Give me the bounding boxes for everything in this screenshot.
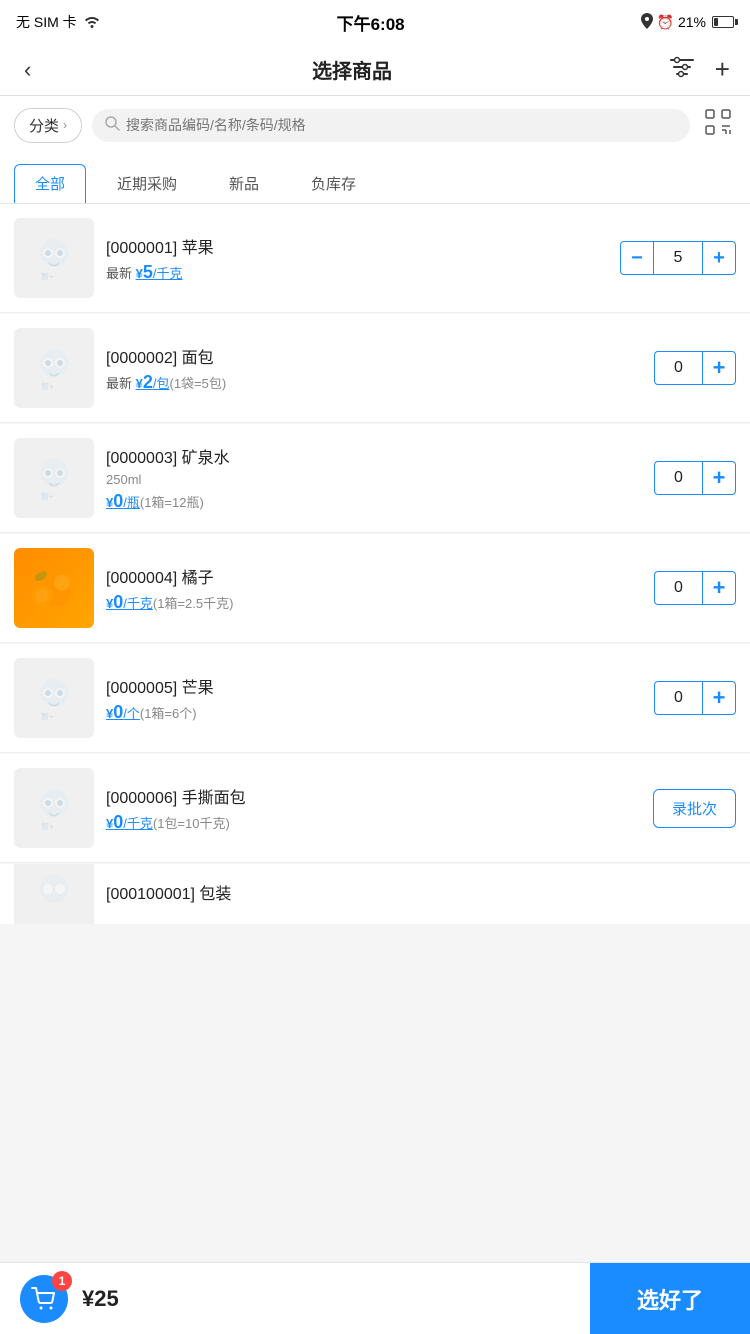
tab-recent[interactable]: 近期采购 [96,164,198,203]
product-price: 最新 ¥5/千克 [106,262,608,283]
quantity-input[interactable] [654,681,702,715]
confirm-button[interactable]: 选好了 [590,1263,750,1334]
quantity-increase-button[interactable]: + [702,241,736,275]
product-thumbnail: 智+ [14,438,94,518]
product-name: [0000006] 手撕面包 [106,784,641,808]
product-thumbnail [14,864,94,924]
svg-text:智+: 智+ [41,381,54,391]
svg-text:智+: 智+ [41,711,54,721]
product-info: [0000006] 手撕面包 ¥0/千克(1包=10千克) [106,784,641,833]
quantity-input[interactable] [654,351,702,385]
product-info: [0000004] 橘子 ¥0/千克(1箱=2.5千克) [106,564,642,613]
product-item: 智+ [0000002] 面包 最新 ¥2/包(1袋=5包) + [0,314,750,423]
page-title: 选择商品 [312,55,392,84]
batch-button[interactable]: 录批次 [653,789,736,828]
location-icon [641,13,653,32]
quantity-control: − + [620,241,736,275]
product-thumbnail: 智+ [14,768,94,848]
carrier-label: 无 SIM 卡 [16,12,77,32]
product-price: ¥0/千克(1箱=2.5千克) [106,592,642,613]
cart-section: 1 ¥25 [0,1275,590,1323]
quantity-control: + [654,351,736,385]
product-list: 智+ [0000001] 苹果 最新 ¥5/千克 − + 智+ [0,204,750,924]
nav-actions: + [665,50,734,89]
tab-negative[interactable]: 负库存 [290,164,377,203]
category-label: 分类 [29,115,59,136]
product-info: [000100001] 包装 [106,880,736,908]
back-button[interactable]: ‹ [16,53,39,87]
product-item: 智+ [0000006] 手撕面包 ¥0/千克(1包=10千克) 录批次 [0,754,750,863]
quantity-control: + [654,571,736,605]
product-item-partial: [000100001] 包装 [0,864,750,924]
product-thumbnail: 智+ [14,218,94,298]
product-item: 智+ [0000003] 矿泉水 250ml ¥0/瓶(1箱=12瓶) + [0,424,750,533]
product-info: [0000003] 矿泉水 250ml ¥0/瓶(1箱=12瓶) [106,444,642,512]
quantity-input[interactable] [654,461,702,495]
svg-text:智+: 智+ [41,821,54,831]
filter-bar: 分类 › [0,96,750,154]
product-info: [0000005] 芒果 ¥0/个(1箱=6个) [106,674,642,723]
add-button[interactable]: + [711,50,734,89]
quantity-increase-button[interactable]: + [702,571,736,605]
product-price: ¥0/千克(1包=10千克) [106,812,641,833]
cart-total: ¥25 [82,1286,119,1312]
filter-icon[interactable] [665,52,699,88]
quantity-increase-button[interactable]: + [702,461,736,495]
quantity-increase-button[interactable]: + [702,681,736,715]
product-thumbnail: 智+ [14,658,94,738]
quantity-decrease-button[interactable]: − [620,241,654,275]
quantity-increase-button[interactable]: + [702,351,736,385]
product-name: [0000004] 橘子 [106,564,642,588]
battery-icon [712,16,734,28]
wifi-icon [83,14,101,31]
product-item: [0000004] 橘子 ¥0/千克(1箱=2.5千克) + [0,534,750,643]
search-input[interactable] [126,117,678,133]
svg-text:智+: 智+ [41,491,54,501]
battery-label: 21% [678,14,706,30]
cart-badge: 1 [52,1271,72,1291]
search-icon [104,115,120,136]
product-price: ¥0/个(1箱=6个) [106,702,642,723]
product-name: [0000002] 面包 [106,344,642,368]
product-item: 智+ [0000005] 芒果 ¥0/个(1箱=6个) + [0,644,750,753]
product-name: [0000003] 矿泉水 [106,444,642,468]
quantity-input[interactable] [654,571,702,605]
tab-all[interactable]: 全部 [14,164,86,203]
product-info: [0000001] 苹果 最新 ¥5/千克 [106,234,608,283]
product-name: [0000001] 苹果 [106,234,608,258]
svg-text:智+: 智+ [41,271,54,281]
scan-icon[interactable] [700,106,736,144]
category-chevron-icon: › [63,118,67,132]
search-box[interactable] [92,109,690,142]
product-name: [0000005] 芒果 [106,674,642,698]
category-button[interactable]: 分类 › [14,108,82,143]
status-left: 无 SIM 卡 [16,12,101,32]
product-name: [000100001] 包装 [106,880,736,904]
product-price: ¥0/瓶(1箱=12瓶) [106,491,642,512]
product-spec: 250ml [106,472,642,487]
status-right: ⏰ 21% [641,13,734,32]
status-time: 下午6:08 [337,10,405,35]
quantity-control: + [654,461,736,495]
product-thumbnail: 智+ [14,328,94,408]
product-thumbnail [14,548,94,628]
nav-bar: ‹ 选择商品 + [0,44,750,96]
bottom-bar: 1 ¥25 选好了 [0,1262,750,1334]
quantity-control: + [654,681,736,715]
product-item: 智+ [0000001] 苹果 最新 ¥5/千克 − + [0,204,750,313]
alarm-icon: ⏰ [657,14,674,31]
product-info: [0000002] 面包 最新 ¥2/包(1袋=5包) [106,344,642,393]
quantity-input[interactable] [654,241,702,275]
product-price: 最新 ¥2/包(1袋=5包) [106,372,642,393]
tab-new[interactable]: 新品 [208,164,280,203]
cart-button[interactable]: 1 [20,1275,68,1323]
tabs-bar: 全部 近期采购 新品 负库存 [0,154,750,204]
status-bar: 无 SIM 卡 下午6:08 ⏰ 21% [0,0,750,44]
